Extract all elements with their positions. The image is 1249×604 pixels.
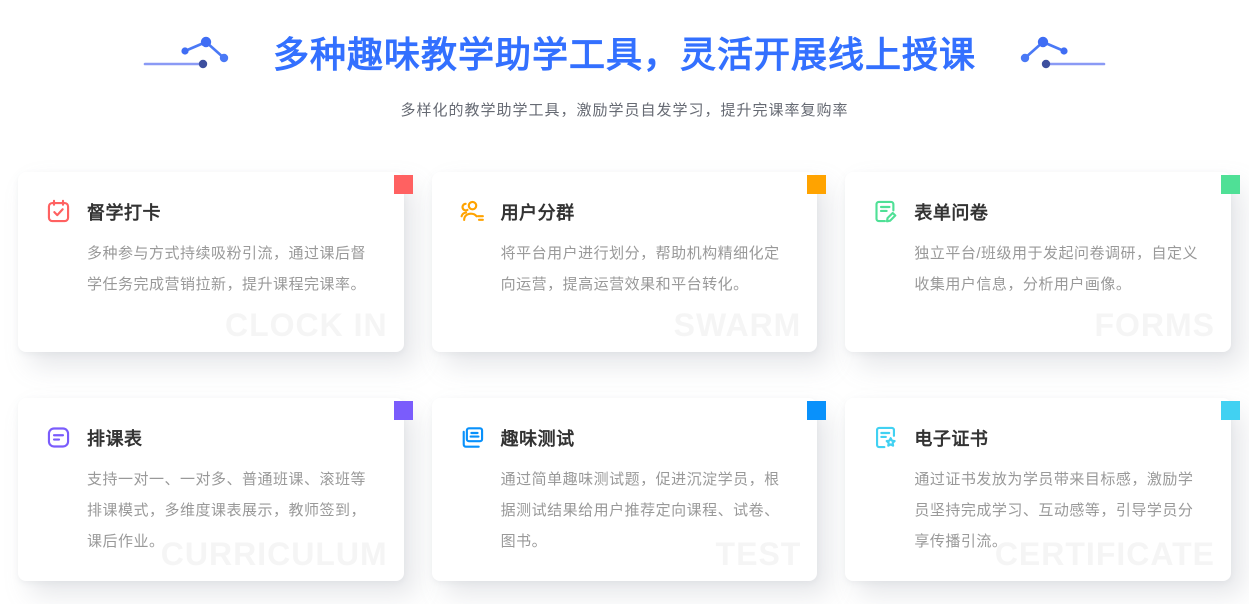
card-title: 用户分群: [501, 199, 575, 225]
corner-accent-square: [394, 175, 413, 194]
card-description: 将平台用户进行划分，帮助机构精细化定向运营，提高运营效果和平台转化。: [501, 239, 792, 301]
feature-card-curriculum: 排课表 支持一对一、一对多、普通班课、滚班等排课模式，多维度课表展示，教师签到，…: [18, 398, 404, 581]
card-description: 支持一对一、一对多、普通班课、滚班等排课模式，多维度课表展示，教师签到，课后作业…: [87, 465, 378, 557]
card-description: 多种参与方式持续吸粉引流，通过课后督学任务完成营销拉新，提升课程完课率。: [87, 239, 378, 301]
card-description: 通过证书发放为学员带来目标感，激励学员坚持完成学习、互动感等，引导学员分享传播引…: [914, 465, 1205, 557]
calendar-check-icon: [45, 198, 72, 225]
users-icon: [459, 198, 486, 225]
card-watermark: CLOCK IN: [225, 307, 388, 344]
certificate-star-icon: [872, 424, 899, 451]
line-chart-decoration-right: [1010, 34, 1106, 83]
feature-card-certificate: 电子证书 通过证书发放为学员带来目标感，激励学员坚持完成学习、互动感等，引导学员…: [845, 398, 1231, 581]
corner-accent-square: [807, 175, 826, 194]
card-description: 独立平台/班级用于发起问卷调研，自定义收集用户信息，分析用户画像。: [914, 239, 1205, 301]
feature-card-clock-in: 督学打卡 多种参与方式持续吸粉引流，通过课后督学任务完成营销拉新，提升课程完课率…: [18, 172, 404, 352]
line-chart-decoration-left: [143, 34, 239, 83]
feature-cards-grid: 督学打卡 多种参与方式持续吸粉引流，通过课后督学任务完成营销拉新，提升课程完课率…: [18, 172, 1231, 581]
corner-accent-square: [1221, 401, 1240, 420]
card-watermark: FORMS: [1094, 307, 1215, 344]
card-title: 趣味测试: [501, 425, 575, 451]
card-description: 通过简单趣味测试题，促进沉淀学员，根据测试结果给用户推荐定向课程、试卷、图书。: [501, 465, 792, 557]
stacked-docs-icon: [459, 424, 486, 451]
card-watermark: SWARM: [674, 307, 802, 344]
section-header: 多种趣味教学助学工具，灵活开展线上授课 多样化的教学助学工具，激励学员自发学习，…: [0, 0, 1249, 120]
corner-accent-square: [807, 401, 826, 420]
card-title: 督学打卡: [87, 199, 161, 225]
feature-card-forms: 表单问卷 独立平台/班级用于发起问卷调研，自定义收集用户信息，分析用户画像。 F…: [845, 172, 1231, 352]
schedule-icon: [45, 424, 72, 451]
corner-accent-square: [1221, 175, 1240, 194]
feature-section: 多种趣味教学助学工具，灵活开展线上授课 多样化的教学助学工具，激励学员自发学习，…: [0, 0, 1249, 604]
card-title: 表单问卷: [914, 199, 988, 225]
card-title: 排课表: [87, 425, 143, 451]
form-edit-icon: [872, 198, 899, 225]
section-subtitle: 多样化的教学助学工具，激励学员自发学习，提升完课率复购率: [0, 99, 1249, 120]
card-title: 电子证书: [914, 425, 988, 451]
feature-card-user-segments: 用户分群 将平台用户进行划分，帮助机构精细化定向运营，提高运营效果和平台转化。 …: [432, 172, 818, 352]
corner-accent-square: [394, 401, 413, 420]
feature-card-quiz: 趣味测试 通过简单趣味测试题，促进沉淀学员，根据测试结果给用户推荐定向课程、试卷…: [432, 398, 818, 581]
page-title: 多种趣味教学助学工具，灵活开展线上授课: [273, 32, 976, 77]
